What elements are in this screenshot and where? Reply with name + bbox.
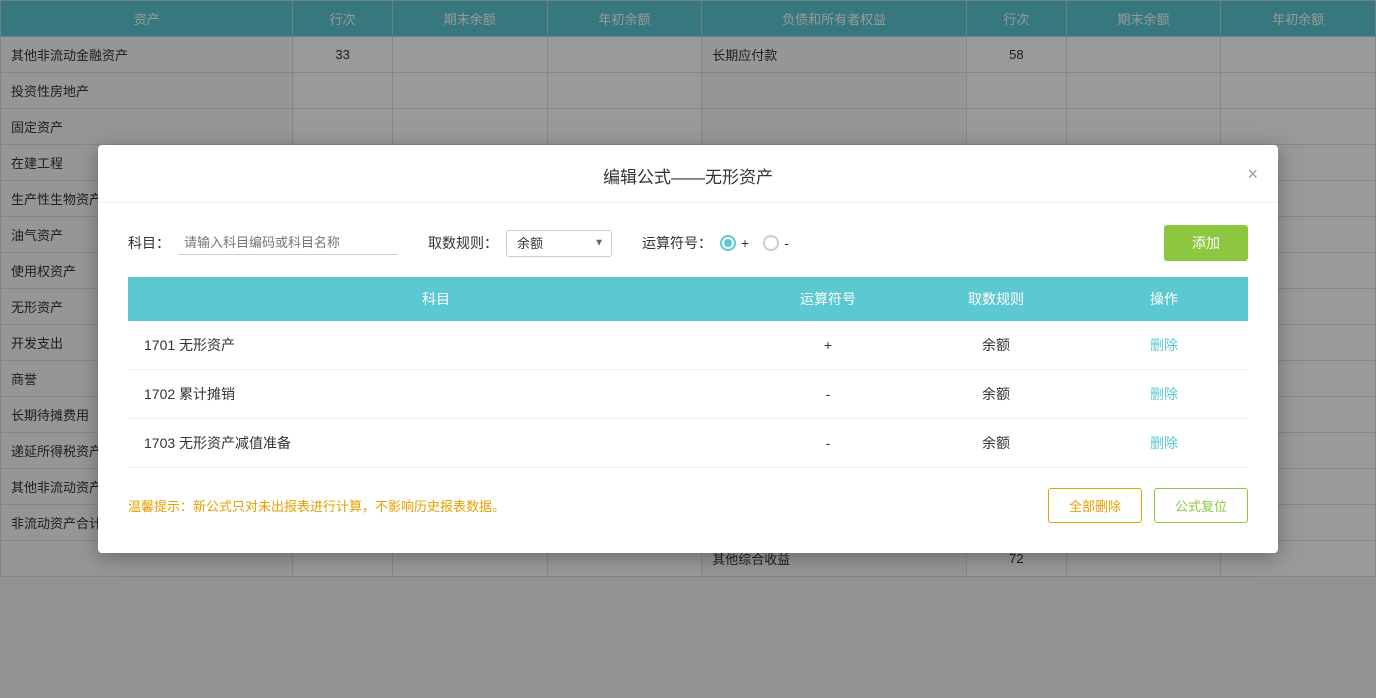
operator-minus-radio[interactable]: - [763, 235, 789, 251]
formula-operator: + [744, 321, 912, 370]
col-operator-header: 运算符号 [744, 277, 912, 321]
formula-action: 删除 [1080, 419, 1248, 468]
subject-input[interactable] [178, 231, 398, 255]
formula-row: 1701 无形资产+余额 删除 [128, 321, 1248, 370]
rule-select[interactable]: 余额 借方 贷方 借方发生额 贷方发生额 [506, 230, 612, 257]
add-button[interactable]: 添加 [1164, 225, 1248, 261]
formula-action: 删除 [1080, 321, 1248, 370]
formula-table: 科目 运算符号 取数规则 操作 1701 无形资产+余额删除1702 累计摊销-… [128, 277, 1248, 468]
footer-buttons: 全部删除 公式复位 [1048, 488, 1248, 523]
radio-circle-minus [763, 235, 779, 251]
subject-label: 科目： [128, 233, 170, 253]
operator-label: 运算符号： [642, 233, 712, 253]
formula-table-wrapper: 科目 运算符号 取数规则 操作 1701 无形资产+余额删除1702 累计摊销-… [98, 277, 1278, 468]
form-row: 科目： 取数规则： 余额 借方 贷方 借方发生额 贷方发生额 ▼ 运算符号： [98, 203, 1278, 277]
operator-group: 运算符号： + - [642, 233, 789, 253]
formula-rule: 余额 [912, 419, 1080, 468]
reset-formula-button[interactable]: 公式复位 [1154, 488, 1248, 523]
modal-header: 编辑公式——无形资产 × [98, 145, 1278, 203]
hint-text: 温馨提示：新公式只对未出报表进行计算，不影响历史报表数据。 [128, 496, 505, 515]
rule-select-wrapper: 余额 借方 贷方 借方发生额 贷方发生额 ▼ [506, 230, 612, 257]
col-subject-header: 科目 [128, 277, 744, 321]
subject-group: 科目： [128, 231, 398, 255]
rule-label: 取数规则： [428, 233, 498, 253]
formula-operator: - [744, 419, 912, 468]
modal-close-button[interactable]: × [1247, 165, 1258, 183]
delete-button[interactable]: 删除 [1150, 386, 1178, 402]
formula-subject: 1703 无形资产减值准备 [128, 419, 744, 468]
edit-formula-modal: 编辑公式——无形资产 × 科目： 取数规则： 余额 借方 贷方 借方发生额 贷方… [98, 145, 1278, 553]
formula-rule: 余额 [912, 321, 1080, 370]
modal-title: 编辑公式——无形资产 [603, 163, 773, 188]
formula-subject: 1701 无形资产 [128, 321, 744, 370]
formula-operator: - [744, 370, 912, 419]
operator-radio-group: + - [720, 235, 789, 251]
operator-minus-label: - [784, 235, 789, 251]
delete-button[interactable]: 删除 [1150, 435, 1178, 451]
rule-group: 取数规则： 余额 借方 贷方 借方发生额 贷方发生额 ▼ [428, 230, 612, 257]
col-action-header: 操作 [1080, 277, 1248, 321]
formula-rule: 余额 [912, 370, 1080, 419]
radio-circle-plus [720, 235, 736, 251]
operator-plus-label: + [741, 235, 749, 251]
formula-subject: 1702 累计摊销 [128, 370, 744, 419]
delete-button[interactable]: 删除 [1150, 337, 1178, 353]
delete-all-button[interactable]: 全部删除 [1048, 488, 1142, 523]
formula-action: 删除 [1080, 370, 1248, 419]
operator-plus-radio[interactable]: + [720, 235, 749, 251]
modal-footer: 温馨提示：新公式只对未出报表进行计算，不影响历史报表数据。 全部删除 公式复位 [98, 468, 1278, 523]
col-rule-header: 取数规则 [912, 277, 1080, 321]
formula-row: 1703 无形资产减值准备-余额 删除 [128, 419, 1248, 468]
formula-row: 1702 累计摊销-余额 删除 [128, 370, 1248, 419]
